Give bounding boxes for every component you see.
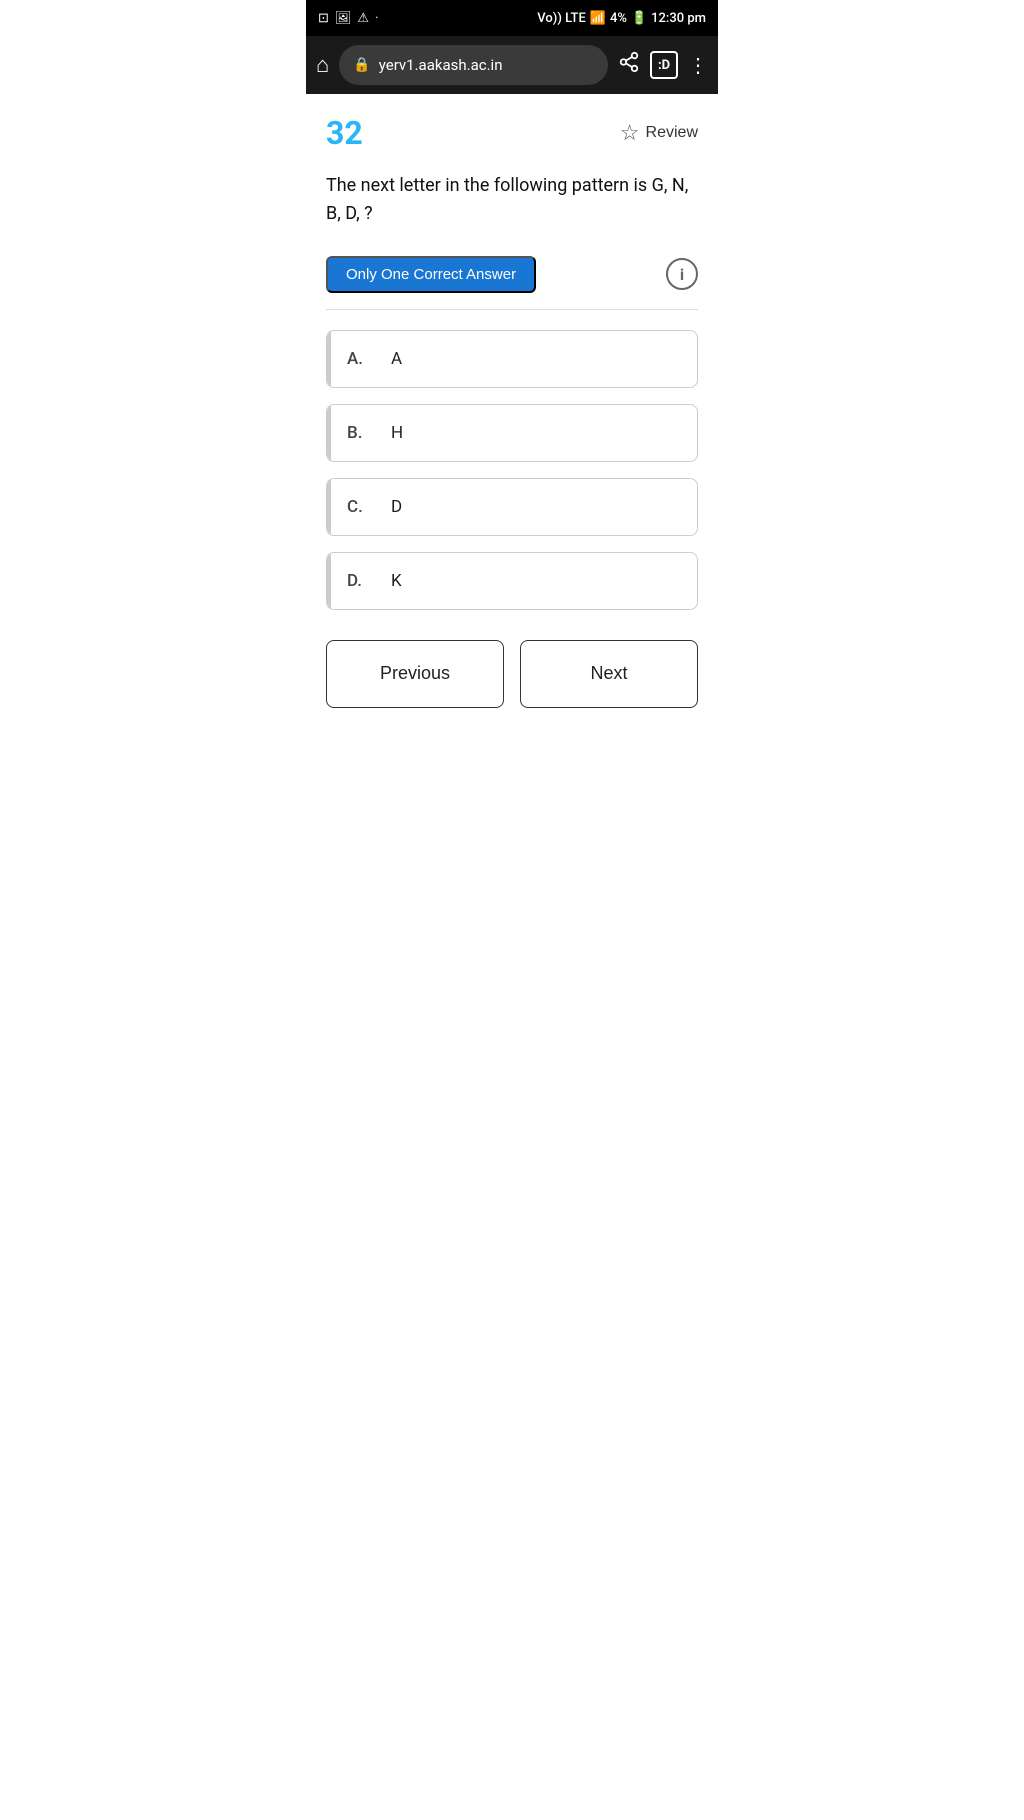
battery-icon: 🔋 (631, 11, 647, 26)
url-text: yerv1.aakash.ac.in (379, 56, 503, 74)
share-button[interactable] (618, 51, 640, 79)
info-label: i (680, 265, 684, 284)
option-a-label: A. (347, 349, 375, 369)
battery-label: 4% (610, 11, 627, 26)
option-d-label: D. (347, 571, 375, 591)
review-label: Review (646, 124, 698, 142)
signal-icon: 📶 (590, 11, 606, 26)
screen-icon: ⊡ (318, 11, 329, 26)
option-a-value: A (391, 349, 402, 369)
home-button[interactable]: ⌂ (316, 52, 329, 78)
warning-icon: ⚠ (357, 11, 369, 26)
previous-button[interactable]: Previous (326, 640, 504, 708)
question-number: 32 (326, 114, 363, 152)
lock-icon: 🔒 (353, 57, 370, 73)
status-left-icons: ⊡ 🖼 ⚠ · (318, 11, 378, 26)
menu-button[interactable]: ⋮ (688, 53, 708, 78)
next-button[interactable]: Next (520, 640, 698, 708)
option-b[interactable]: B. H (326, 404, 698, 462)
option-a[interactable]: A. A (326, 330, 698, 388)
option-c-value: D (391, 497, 402, 517)
answer-type-badge[interactable]: Only One Correct Answer (326, 256, 536, 293)
review-button[interactable]: ☆ Review (620, 120, 698, 146)
vo-lte-label: Vo)) LTE (537, 11, 586, 26)
option-d[interactable]: D. K (326, 552, 698, 610)
option-b-value: H (391, 423, 403, 443)
browser-action-buttons: :D ⋮ (618, 51, 708, 79)
main-content: 32 ☆ Review The next letter in the follo… (306, 94, 718, 732)
navigation-buttons: Previous Next (326, 640, 698, 732)
dot-icon: · (375, 11, 378, 26)
divider (326, 309, 698, 310)
d-button[interactable]: :D (650, 51, 678, 79)
option-c[interactable]: C. D (326, 478, 698, 536)
options-list: A. A B. H C. D D. K (326, 330, 698, 610)
star-icon: ☆ (620, 120, 640, 146)
answer-type-row: Only One Correct Answer i (326, 256, 698, 293)
question-header: 32 ☆ Review (326, 114, 698, 152)
status-bar: ⊡ 🖼 ⚠ · Vo)) LTE 📶 4% 🔋 12:30 pm (306, 0, 718, 36)
question-text: The next letter in the following pattern… (326, 172, 698, 228)
url-bar[interactable]: 🔒 yerv1.aakash.ac.in (339, 45, 608, 85)
status-right-info: Vo)) LTE 📶 4% 🔋 12:30 pm (537, 11, 706, 26)
option-d-value: K (391, 571, 402, 591)
browser-bar: ⌂ 🔒 yerv1.aakash.ac.in :D ⋮ (306, 36, 718, 94)
option-b-label: B. (347, 423, 375, 443)
time-label: 12:30 pm (651, 11, 706, 26)
info-icon-button[interactable]: i (666, 258, 698, 290)
image-icon: 🖼 (335, 11, 352, 26)
option-c-label: C. (347, 497, 375, 517)
